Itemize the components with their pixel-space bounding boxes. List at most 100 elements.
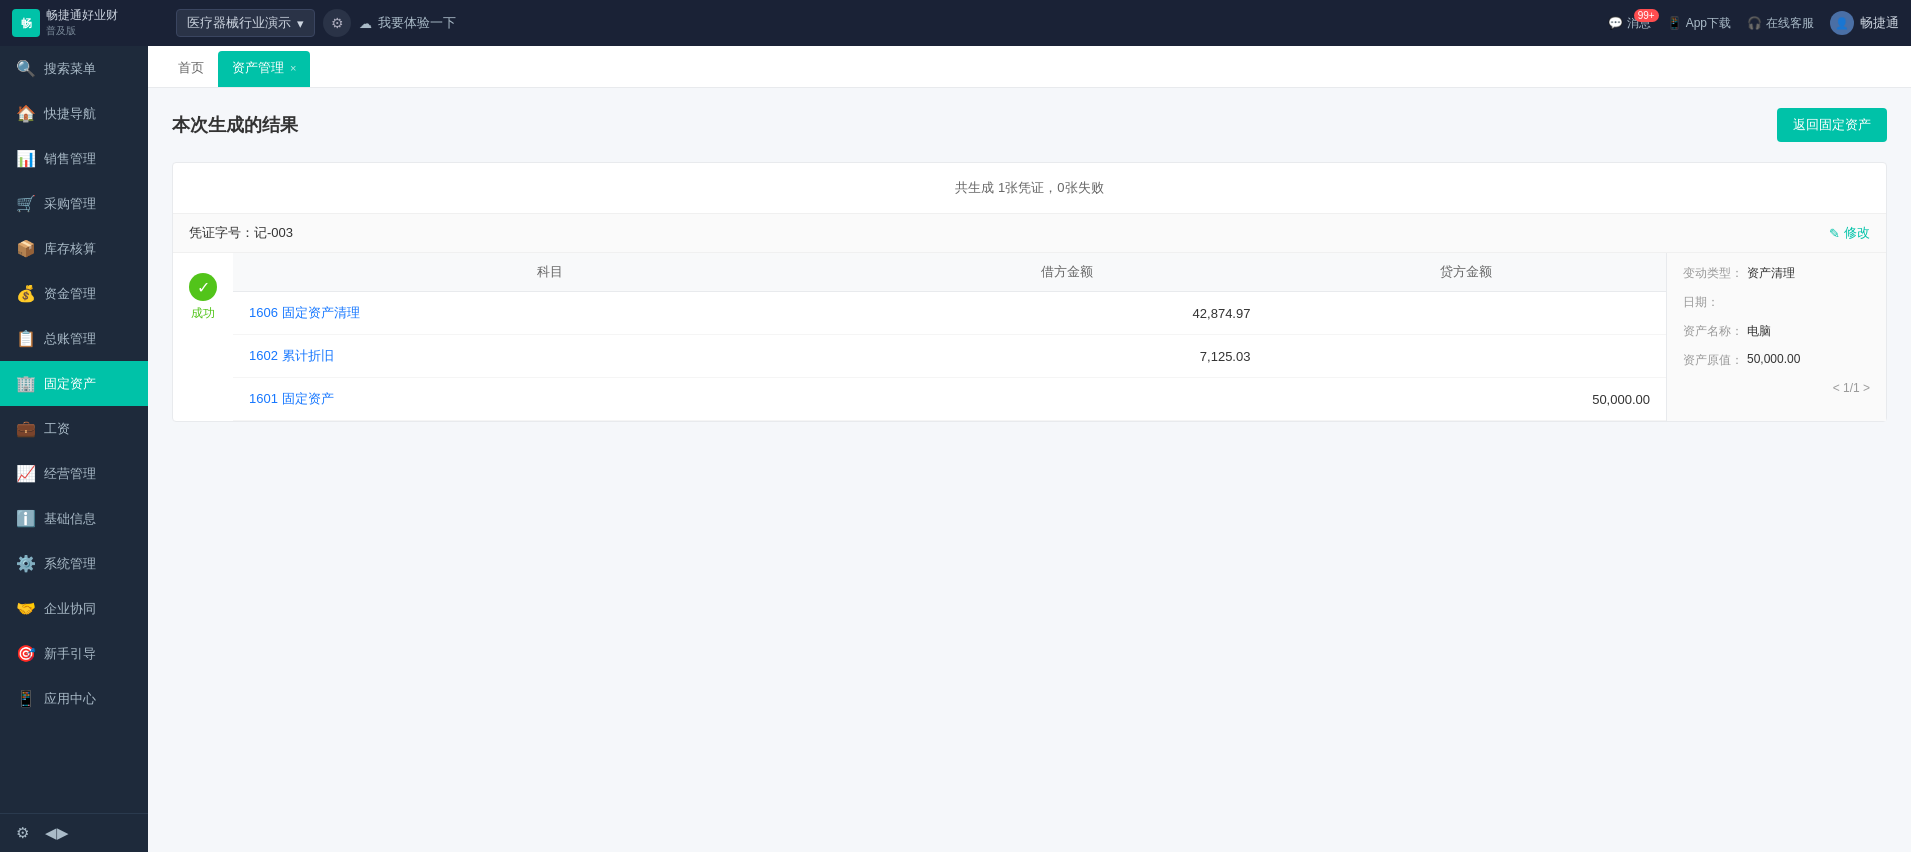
username: 畅捷通 <box>1860 14 1899 32</box>
voucher-header: 凭证字号：记-003 ✎ 修改 <box>173 214 1886 253</box>
header-center: 医疗器械行业演示 ▾ ⚙ ☁ 我要体验一下 <box>160 9 1608 37</box>
tab-bar: 首页资产管理× <box>148 46 1911 88</box>
original-value-label: 资产原值： <box>1683 352 1743 369</box>
table-row: 1606 固定资产清理 42,874.97 <box>233 292 1666 335</box>
sidebar: 🔍 搜索菜单 🏠 快捷导航 📊销售管理🛒采购管理📦库存核算💰资金管理 📋 总账管理 🏢 固定资产… <box>0 46 148 852</box>
original-value-row: 资产原值： 50,000.00 <box>1683 352 1870 369</box>
sidebar-item-app-center[interactable]: 📱 应用中心 <box>0 676 148 721</box>
base-info-icon: ℹ️ <box>16 509 34 528</box>
page-title: 本次生成的结果 <box>172 113 298 137</box>
sidebar-label-salary: 工资 <box>44 420 70 438</box>
logo-icon: 畅 <box>12 9 40 37</box>
sidebar-label-enterprise: 企业协同 <box>44 600 96 618</box>
message-icon: 💬 <box>1608 16 1623 30</box>
sidebar-label-app-center: 应用中心 <box>44 690 96 708</box>
original-value-value: 50,000.00 <box>1747 352 1800 369</box>
tab-close-asset-mgmt[interactable]: × <box>290 62 296 74</box>
asset-name-label: 资产名称： <box>1683 323 1743 340</box>
sidebar-item-search[interactable]: 🔍 搜索菜单 <box>0 46 148 91</box>
change-type-label: 变动类型： <box>1683 265 1743 282</box>
sidebar-item-sales[interactable]: 📊销售管理 <box>0 136 148 181</box>
date-row: 日期： <box>1683 294 1870 311</box>
subject-cell: 1602 累计折旧 <box>233 335 867 378</box>
voucher-body: ✓ 成功 科目 借方金额 贷方金额 <box>173 253 1886 421</box>
debit-cell: 42,874.97 <box>867 292 1267 335</box>
edit-icon: ✎ <box>1829 226 1840 241</box>
sidebar-item-base-info[interactable]: ℹ️基础信息 <box>0 496 148 541</box>
sidebar-item-capital[interactable]: 💰资金管理 <box>0 271 148 316</box>
app-center-icon: 📱 <box>16 689 34 708</box>
sidebar-label-sales: 销售管理 <box>44 150 96 168</box>
sidebar-item-operations[interactable]: 📈经营管理 <box>0 451 148 496</box>
sidebar-label-guide: 新手引导 <box>44 645 96 663</box>
right-panel: 变动类型： 资产清理 日期： 资产名称： 电脑 <box>1666 253 1886 421</box>
sidebar-item-quick-nav[interactable]: 🏠 快捷导航 <box>0 91 148 136</box>
result-card: 共生成 1张凭证，0张失败 凭证字号：记-003 ✎ 修改 ✓ <box>172 162 1887 422</box>
sidebar-label-operations: 经营管理 <box>44 465 96 483</box>
col-subject: 科目 <box>233 253 867 292</box>
sidebar-item-enterprise[interactable]: 🤝企业协同 <box>0 586 148 631</box>
credit-cell: 50,000.00 <box>1266 378 1666 421</box>
content-area: 首页资产管理× 本次生成的结果 返回固定资产 共生成 1张凭证，0张失败 凭证字… <box>148 46 1911 852</box>
quick-nav-icon: 🏠 <box>16 104 34 123</box>
sidebar-item-fixed-assets[interactable]: 🏢 固定资产 <box>0 361 148 406</box>
header-right: 💬 消息 99+ 📱 App下载 🎧 在线客服 👤 畅捷通 <box>1608 11 1899 35</box>
messages-button[interactable]: 💬 消息 99+ <box>1608 15 1651 32</box>
top-header: 畅 畅捷通好业财 普及版 医疗器械行业演示 ▾ ⚙ ☁ 我要体验一下 💬 消息 … <box>0 0 1911 46</box>
company-selector[interactable]: 医疗器械行业演示 ▾ <box>176 9 315 37</box>
sidebar-item-guide[interactable]: 🎯新手引导 <box>0 631 148 676</box>
subject-cell: 1601 固定资产 <box>233 378 867 421</box>
app-name: 畅捷通好业财 <box>46 8 118 24</box>
sidebar-label-system: 系统管理 <box>44 555 96 573</box>
voucher-table-wrap: 科目 借方金额 贷方金额 1606 固定资产清理 42,874.97 1602 … <box>233 253 1666 421</box>
ledger-icon: 📋 <box>16 329 34 348</box>
debit-cell: 7,125.03 <box>867 335 1267 378</box>
sidebar-label-search: 搜索菜单 <box>44 60 96 78</box>
sidebar-item-ledger[interactable]: 📋 总账管理 <box>0 316 148 361</box>
sidebar-item-inventory[interactable]: 📦库存核算 <box>0 226 148 271</box>
sidebar-label-fixed-assets: 固定资产 <box>44 375 96 393</box>
return-button[interactable]: 返回固定资产 <box>1777 108 1887 142</box>
sidebar-label-purchase: 采购管理 <box>44 195 96 213</box>
tab-home[interactable]: 首页 <box>164 51 218 87</box>
sidebar-item-system[interactable]: ⚙️ 系统管理 <box>0 541 148 586</box>
avatar: 👤 <box>1830 11 1854 35</box>
chevron-down-icon: ▾ <box>297 16 304 31</box>
change-type-value: 资产清理 <box>1747 265 1795 282</box>
voucher-number: 凭证字号：记-003 <box>189 224 293 242</box>
page-content: 本次生成的结果 返回固定资产 共生成 1张凭证，0张失败 凭证字号：记-003 … <box>148 88 1911 852</box>
settings-button[interactable]: ⚙ <box>323 9 351 37</box>
edit-button[interactable]: ✎ 修改 <box>1829 224 1870 242</box>
salary-icon: 💼 <box>16 419 34 438</box>
fixed-assets-icon: 🏢 <box>16 374 34 393</box>
cloud-icon: ☁ <box>359 16 372 31</box>
success-indicator: ✓ 成功 <box>173 253 233 421</box>
customer-service-button[interactable]: 🎧 在线客服 <box>1747 15 1814 32</box>
sidebar-item-salary[interactable]: 💼 工资 <box>0 406 148 451</box>
voucher-section: 凭证字号：记-003 ✎ 修改 ✓ 成功 <box>173 214 1886 421</box>
tab-label-home: 首页 <box>178 60 204 75</box>
system-icon: ⚙️ <box>16 554 34 573</box>
settings-bottom-icon[interactable]: ⚙ <box>16 824 29 842</box>
app-download-button[interactable]: 📱 App下载 <box>1667 15 1731 32</box>
search-icon: 🔍 <box>16 59 34 78</box>
debit-cell <box>867 378 1267 421</box>
voucher-table: 科目 借方金额 贷方金额 1606 固定资产清理 42,874.97 1602 … <box>233 253 1666 421</box>
experience-button[interactable]: ☁ 我要体验一下 <box>359 14 456 32</box>
pagination: < 1/1 > <box>1683 381 1870 395</box>
collapse-icon[interactable]: ◀▶ <box>45 824 69 842</box>
main-layout: 🔍 搜索菜单 🏠 快捷导航 📊销售管理🛒采购管理📦库存核算💰资金管理 📋 总账管理 🏢 固定资产… <box>0 46 1911 852</box>
inventory-icon: 📦 <box>16 239 34 258</box>
date-label: 日期： <box>1683 294 1743 311</box>
app-edition: 普及版 <box>46 24 118 38</box>
sidebar-label-quick-nav: 快捷导航 <box>44 105 96 123</box>
asset-name-value: 电脑 <box>1747 323 1771 340</box>
sidebar-label-capital: 资金管理 <box>44 285 96 303</box>
download-icon: 📱 <box>1667 16 1682 30</box>
tab-asset-mgmt[interactable]: 资产管理× <box>218 51 310 87</box>
sidebar-item-purchase[interactable]: 🛒采购管理 <box>0 181 148 226</box>
subject-cell: 1606 固定资产清理 <box>233 292 867 335</box>
sidebar-label-ledger: 总账管理 <box>44 330 96 348</box>
user-area[interactable]: 👤 畅捷通 <box>1830 11 1899 35</box>
service-icon: 🎧 <box>1747 16 1762 30</box>
